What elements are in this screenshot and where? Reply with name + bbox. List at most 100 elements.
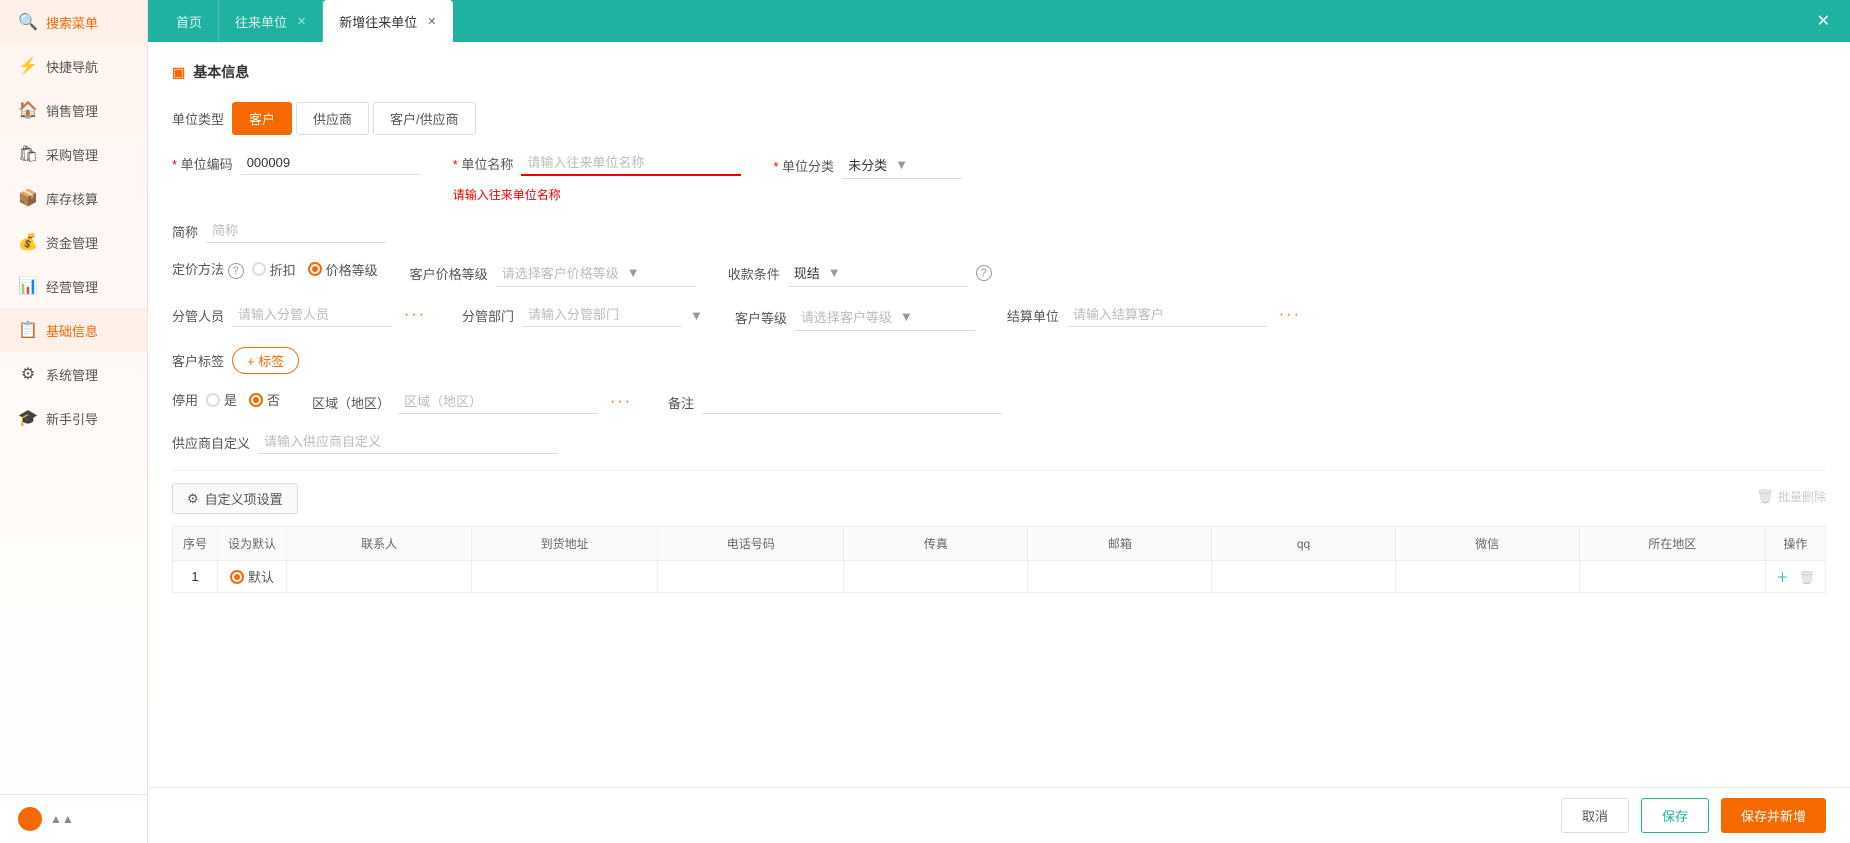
user-name: ▲▲ <box>50 812 74 826</box>
customer-level-field: 客户等级 请选择客户等级 ▼ <box>735 303 975 331</box>
pricing-level-radio[interactable]: 价格等级 <box>308 260 378 279</box>
sidebar-item-newbie[interactable]: 🎓 新手引导 <box>0 396 147 440</box>
remarks-field: 备注 <box>668 390 1002 414</box>
payment-terms-select[interactable]: 现结 ▼ <box>788 259 968 287</box>
batch-delete-area: 🗑 批量删除 <box>1756 488 1826 505</box>
unit-code-label: 单位编码 <box>172 154 233 173</box>
disabled-yes-radio[interactable]: 是 <box>206 390 237 409</box>
unit-name-input[interactable] <box>521 151 741 176</box>
tab-new-partner[interactable]: 新增往来单位 ✕ <box>323 0 453 42</box>
remarks-input[interactable] <box>702 390 1002 414</box>
custom-settings-button[interactable]: ⚙ 自定义项设置 <box>172 483 298 514</box>
col-contact: 联系人 <box>287 527 472 561</box>
unit-type-both[interactable]: 客户/供应商 <box>373 102 476 135</box>
row-address[interactable] <box>472 561 658 593</box>
tab-partners-close[interactable]: ✕ <box>297 15 306 28</box>
manager-more-icon[interactable]: ··· <box>400 306 430 324</box>
customer-tag-label: 客户标签 <box>172 351 224 370</box>
col-index: 序号 <box>173 527 218 561</box>
col-default: 设为默认 <box>218 527 287 561</box>
settlement-more-icon[interactable]: ··· <box>1275 306 1305 324</box>
sidebar-item-search[interactable]: 🔍 搜索菜单 <box>0 0 147 44</box>
basic-info-icon: 📋 <box>18 320 38 340</box>
row-email[interactable] <box>1028 561 1212 593</box>
table-header-row: 序号 设为默认 联系人 到货地址 电话号码 传真 邮箱 qq 微信 所在地区 操… <box>173 527 1826 561</box>
unit-code-input[interactable] <box>241 151 421 175</box>
department-input[interactable] <box>522 303 682 327</box>
sidebar-item-sales[interactable]: 🏠 销售管理 <box>0 88 147 132</box>
section-divider <box>172 470 1826 471</box>
cancel-button[interactable]: 取消 <box>1561 798 1629 833</box>
sidebar-item-system[interactable]: ⚙ 系统管理 <box>0 352 147 396</box>
add-tag-button[interactable]: + 标签 <box>232 347 299 374</box>
row-fax[interactable] <box>844 561 1028 593</box>
tab-new-partner-close[interactable]: ✕ <box>427 15 436 28</box>
form-content: ▣ 基本信息 单位类型 客户 供应商 客户/供应商 单位编码 单位名称 <box>148 42 1850 787</box>
col-fax: 传真 <box>844 527 1028 561</box>
row-phone[interactable] <box>658 561 844 593</box>
sidebar-item-inventory[interactable]: 📦 库存核算 <box>0 176 147 220</box>
unit-type-label: 单位类型 <box>172 109 224 128</box>
row-index: 1 <box>173 561 218 593</box>
disabled-no-radio[interactable]: 否 <box>249 390 280 409</box>
finance-icon: 💰 <box>18 232 38 252</box>
window-close-button[interactable]: ✕ <box>1809 7 1838 35</box>
main-area: 首页 往来单位 ✕ 新增往来单位 ✕ ✕ ▣ 基本信息 单位类型 客户 供应商 … <box>148 0 1850 843</box>
supplier-custom-label: 供应商自定义 <box>172 433 250 452</box>
sidebar-item-purchase[interactable]: 🛍 采购管理 <box>0 132 147 176</box>
payment-terms-field: 收款条件 现结 ▼ ? <box>728 259 992 287</box>
row-contact[interactable] <box>287 561 472 593</box>
region-input[interactable] <box>398 390 598 414</box>
row-actions: ＋ 🗑 <box>1765 561 1825 593</box>
pricing-discount-circle <box>252 262 266 276</box>
default-radio[interactable]: 默认 <box>228 567 276 586</box>
supplier-custom-input[interactable] <box>258 430 558 454</box>
tab-home[interactable]: 首页 <box>160 0 219 42</box>
short-name-row: 简称 <box>172 219 1826 243</box>
disabled-radio-group: 是 否 <box>206 390 280 409</box>
region-more-icon[interactable]: ··· <box>606 393 636 411</box>
delete-row-icon[interactable]: 🗑 <box>1798 570 1815 585</box>
add-row-icon[interactable]: ＋ <box>1776 570 1789 585</box>
manager-input[interactable] <box>232 303 392 327</box>
customer-price-field: 客户价格等级 请选择客户价格等级 ▼ <box>410 259 696 287</box>
payment-terms-info-icon[interactable]: ? <box>976 265 992 281</box>
level-arrow-icon: ▼ <box>900 309 913 324</box>
sidebar-item-basic-info[interactable]: 📋 基础信息 <box>0 308 147 352</box>
settlement-field: 结算单位 ··· <box>1007 303 1305 327</box>
purchase-icon: 🛍 <box>18 144 38 164</box>
settings-gear-icon: ⚙ <box>187 491 199 507</box>
col-location: 所在地区 <box>1579 527 1765 561</box>
tab-partners[interactable]: 往来单位 ✕ <box>219 0 323 42</box>
settlement-input[interactable] <box>1067 303 1267 327</box>
col-actions: 操作 <box>1765 527 1825 561</box>
unit-type-row: 单位类型 客户 供应商 客户/供应商 <box>172 102 1826 135</box>
pricing-radio-group: 折扣 价格等级 <box>252 260 378 279</box>
unit-category-select[interactable]: 未分类 ▼ <box>842 151 962 179</box>
section-icon: ▣ <box>172 64 185 81</box>
pricing-info-icon[interactable]: ? <box>228 263 244 279</box>
row-location[interactable] <box>1579 561 1765 593</box>
sidebar-item-quick-nav[interactable]: ⚡ 快捷导航 <box>0 44 147 88</box>
pricing-discount-radio[interactable]: 折扣 <box>252 260 296 279</box>
row-wechat[interactable] <box>1395 561 1579 593</box>
unit-type-supplier[interactable]: 供应商 <box>296 102 369 135</box>
sidebar-item-finance[interactable]: 💰 资金管理 <box>0 220 147 264</box>
customer-price-select[interactable]: 请选择客户价格等级 ▼ <box>496 259 696 287</box>
customer-level-select[interactable]: 请选择客户等级 ▼ <box>795 303 975 331</box>
row-qq[interactable] <box>1212 561 1395 593</box>
col-email: 邮箱 <box>1028 527 1212 561</box>
dept-arrow-icon[interactable]: ▼ <box>690 308 703 323</box>
save-new-button[interactable]: 保存并新增 <box>1721 798 1826 833</box>
disabled-field: 停用 是 否 <box>172 390 280 409</box>
operations-icon: 📊 <box>18 276 38 296</box>
short-name-input[interactable] <box>206 219 386 243</box>
remarks-label: 备注 <box>668 393 694 412</box>
save-button[interactable]: 保存 <box>1641 798 1709 833</box>
unit-type-field: 单位类型 客户 供应商 客户/供应商 <box>172 102 476 135</box>
pricing-method-label: 定价方法 ? <box>172 259 244 279</box>
unit-type-customer[interactable]: 客户 <box>232 102 292 135</box>
short-name-label: 简称 <box>172 222 198 241</box>
supplier-custom-row: 供应商自定义 <box>172 430 1826 454</box>
sidebar-item-operations[interactable]: 📊 经营管理 <box>0 264 147 308</box>
